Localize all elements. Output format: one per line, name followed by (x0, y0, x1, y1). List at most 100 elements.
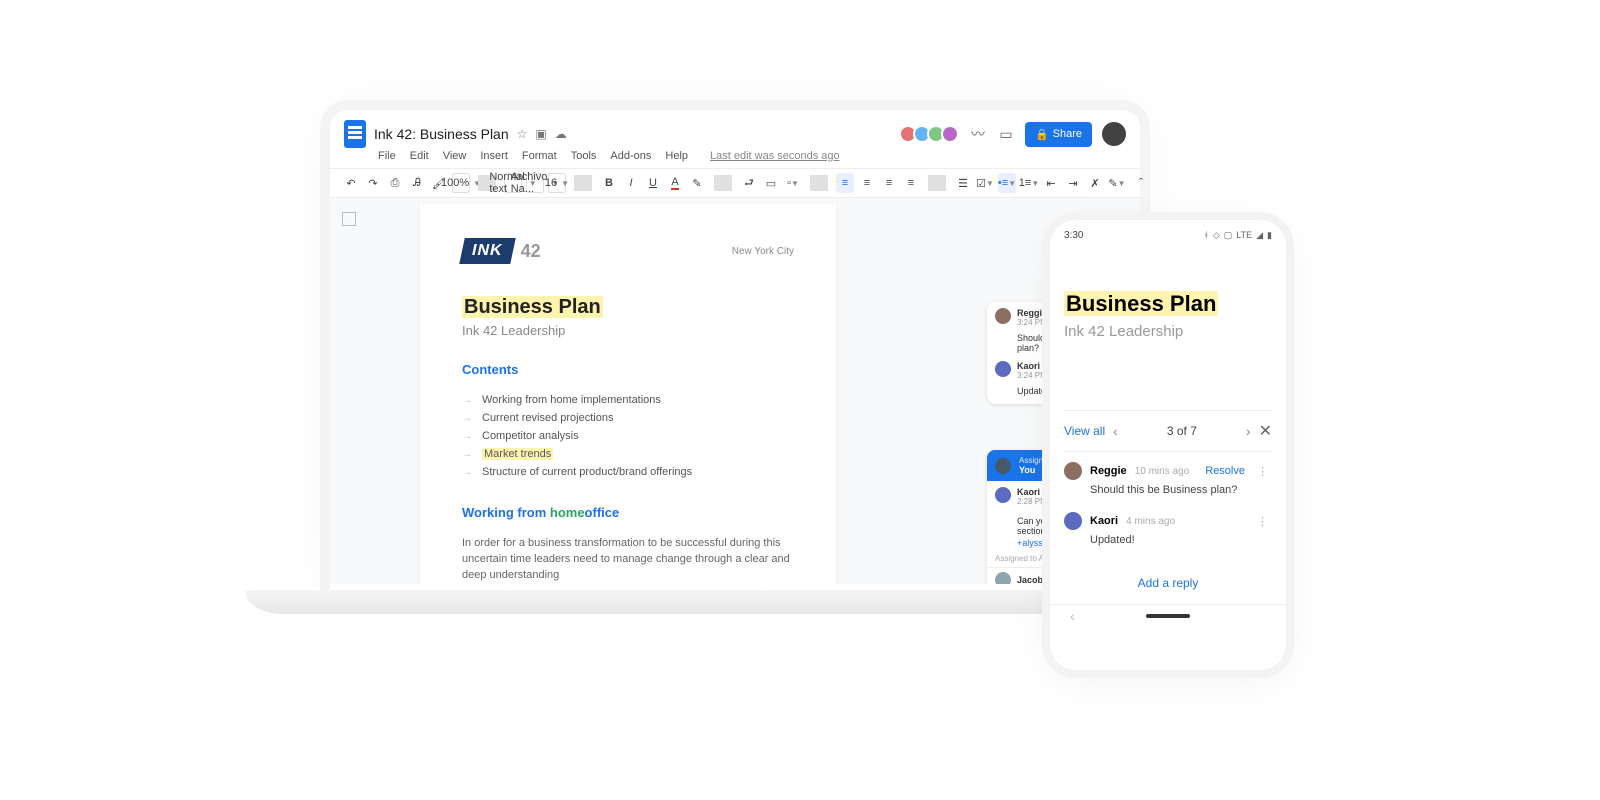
doc-subtitle: Ink 42 Leadership (462, 323, 794, 338)
comment-menu-icon[interactable]: ⋮ (1253, 515, 1272, 528)
toc-item[interactable]: Structure of current product/brand offer… (462, 463, 794, 481)
resolve-button[interactable]: Resolve (1205, 465, 1245, 477)
align-center-icon[interactable]: ≡ (858, 173, 876, 193)
toc-item[interactable]: Competitor analysis (462, 427, 794, 445)
battery-icon: ▮ (1267, 230, 1272, 241)
avatar[interactable] (941, 125, 959, 143)
comment-text: Should this be Business plan? (1064, 480, 1272, 502)
format-toolbar: ↶ ↷ ⎙ Ꭿ 🖌 100%▼ Normal text▼ Archivo Na.… (330, 168, 1140, 198)
menu-tools[interactable]: Tools (571, 150, 597, 162)
hide-menus-icon[interactable]: ˆ (1132, 173, 1150, 193)
menu-view[interactable]: View (443, 150, 467, 162)
company-badge-number: 42 (521, 241, 541, 262)
font-size-select[interactable]: 16▼ (548, 173, 566, 193)
toc-item[interactable]: Current revised projections (462, 409, 794, 427)
canvas: INK 42 New York City Business Plan Ink 4… (330, 198, 1140, 584)
view-all-link[interactable]: View all (1064, 424, 1105, 438)
avatar (995, 308, 1011, 324)
text-color-icon[interactable]: A (666, 173, 684, 193)
comment-author: Reggie (1090, 465, 1127, 477)
menu-edit[interactable]: Edit (410, 150, 429, 162)
prev-comment-icon[interactable]: ‹ (1113, 423, 1118, 439)
star-icon[interactable]: ☆ (517, 127, 528, 141)
avatar (995, 458, 1011, 474)
lock-icon: 🔒 (1035, 128, 1049, 141)
signal-icon: ◢ (1256, 230, 1263, 241)
add-reply-button[interactable]: Add a reply (1064, 562, 1272, 604)
font-select[interactable]: Archivo Na...▼ (526, 173, 544, 193)
back-icon[interactable]: ‹ (1070, 608, 1075, 624)
align-right-icon[interactable]: ≡ (880, 173, 898, 193)
docs-app-icon[interactable] (344, 120, 366, 148)
comments-icon[interactable]: ▭ (997, 125, 1015, 143)
share-button[interactable]: 🔒 Share (1025, 122, 1092, 147)
italic-icon[interactable]: I (622, 173, 640, 193)
menu-file[interactable]: File (378, 150, 396, 162)
bulleted-list-icon[interactable]: •≡▼ (998, 173, 1016, 193)
insert-image-icon[interactable]: ▫▼ (784, 173, 802, 193)
align-justify-icon[interactable]: ≡ (902, 173, 920, 193)
phone-nav-bar: ‹ (1050, 604, 1286, 626)
move-icon[interactable]: ▣ (535, 127, 546, 141)
insert-comment-icon[interactable]: ▭ (762, 173, 780, 193)
menu-addons[interactable]: Add-ons (610, 150, 651, 162)
phone-doc-subtitle: Ink 42 Leadership (1064, 323, 1272, 340)
phone-doc-heading: Business Plan (1064, 291, 1272, 317)
menu-help[interactable]: Help (665, 150, 688, 162)
comment-author: Kaori (1090, 515, 1118, 527)
comment-navigator: View all ‹ 3 of 7 › ✕ (1064, 410, 1272, 452)
phone-comment: Kaori 4 mins ago ⋮ Updated! (1064, 512, 1272, 562)
outline-toggle-icon[interactable] (342, 212, 356, 226)
align-left-icon[interactable]: ≡ (836, 173, 854, 193)
redo-icon[interactable]: ↷ (364, 173, 382, 193)
home-handle-icon[interactable] (1146, 614, 1190, 618)
document-title[interactable]: Ink 42: Business Plan (374, 126, 509, 142)
document-page[interactable]: INK 42 New York City Business Plan Ink 4… (420, 204, 836, 584)
comment-menu-icon[interactable]: ⋮ (1253, 465, 1272, 478)
checklist-icon[interactable]: ☑▼ (976, 173, 994, 193)
comment-time: 10 mins ago (1135, 466, 1189, 477)
highlight-icon[interactable]: ✎ (688, 173, 706, 193)
zoom-select[interactable]: 100%▼ (452, 173, 470, 193)
undo-icon[interactable]: ↶ (342, 173, 360, 193)
collaborator-avatars[interactable] (903, 125, 959, 143)
cloud-status-icon[interactable]: ☁ (555, 127, 567, 141)
account-avatar[interactable] (1102, 122, 1126, 146)
toc-item[interactable]: Working from home implementations (462, 391, 794, 409)
company-badge: INK (459, 238, 515, 264)
comment-counter: 3 of 7 (1167, 424, 1197, 438)
next-comment-icon[interactable]: › (1246, 423, 1251, 439)
bold-icon[interactable]: B (600, 173, 618, 193)
underline-icon[interactable]: U (644, 173, 662, 193)
bluetooth-icon: ᚼ (1203, 230, 1208, 241)
activity-icon[interactable]: 〰 (969, 125, 987, 143)
indent-decrease-icon[interactable]: ⇤ (1042, 173, 1060, 193)
numbered-list-icon[interactable]: 1≡▼ (1020, 173, 1038, 193)
avatar (995, 487, 1011, 503)
contents-heading: Contents (462, 362, 794, 377)
doc-heading: Business Plan (462, 296, 794, 319)
comment-time: 4 mins ago (1126, 516, 1175, 527)
indent-increase-icon[interactable]: ⇥ (1064, 173, 1082, 193)
last-edit-link[interactable]: Last edit was seconds ago (710, 150, 840, 162)
spellcheck-icon[interactable]: Ꭿ (408, 173, 426, 193)
laptop-screen: Ink 42: Business Plan ☆ ▣ ☁ 〰 ▭ 🔒 Share (330, 110, 1140, 590)
print-icon[interactable]: ⎙ (386, 173, 404, 193)
toc-item[interactable]: Market trends (462, 445, 794, 463)
insert-link-icon[interactable]: ⮐ (740, 173, 758, 193)
editing-mode-icon[interactable]: ✎▼ (1108, 173, 1126, 193)
avatar (995, 572, 1011, 584)
body-paragraph: In order for a business transformation t… (462, 536, 794, 584)
clear-formatting-icon[interactable]: ✗ (1086, 173, 1104, 193)
phone-comment: Reggie 10 mins ago Resolve ⋮ Should this… (1064, 452, 1272, 512)
separator (928, 175, 946, 191)
menu-format[interactable]: Format (522, 150, 557, 162)
comment-text: Updated! (1064, 530, 1272, 552)
location-icon: ◇ (1213, 230, 1220, 241)
close-icon[interactable]: ✕ (1259, 421, 1272, 441)
cast-icon: ▢ (1224, 230, 1233, 241)
share-label: Share (1053, 128, 1082, 140)
line-spacing-icon[interactable]: ☰ (954, 173, 972, 193)
separator (574, 175, 592, 191)
menu-insert[interactable]: Insert (480, 150, 508, 162)
